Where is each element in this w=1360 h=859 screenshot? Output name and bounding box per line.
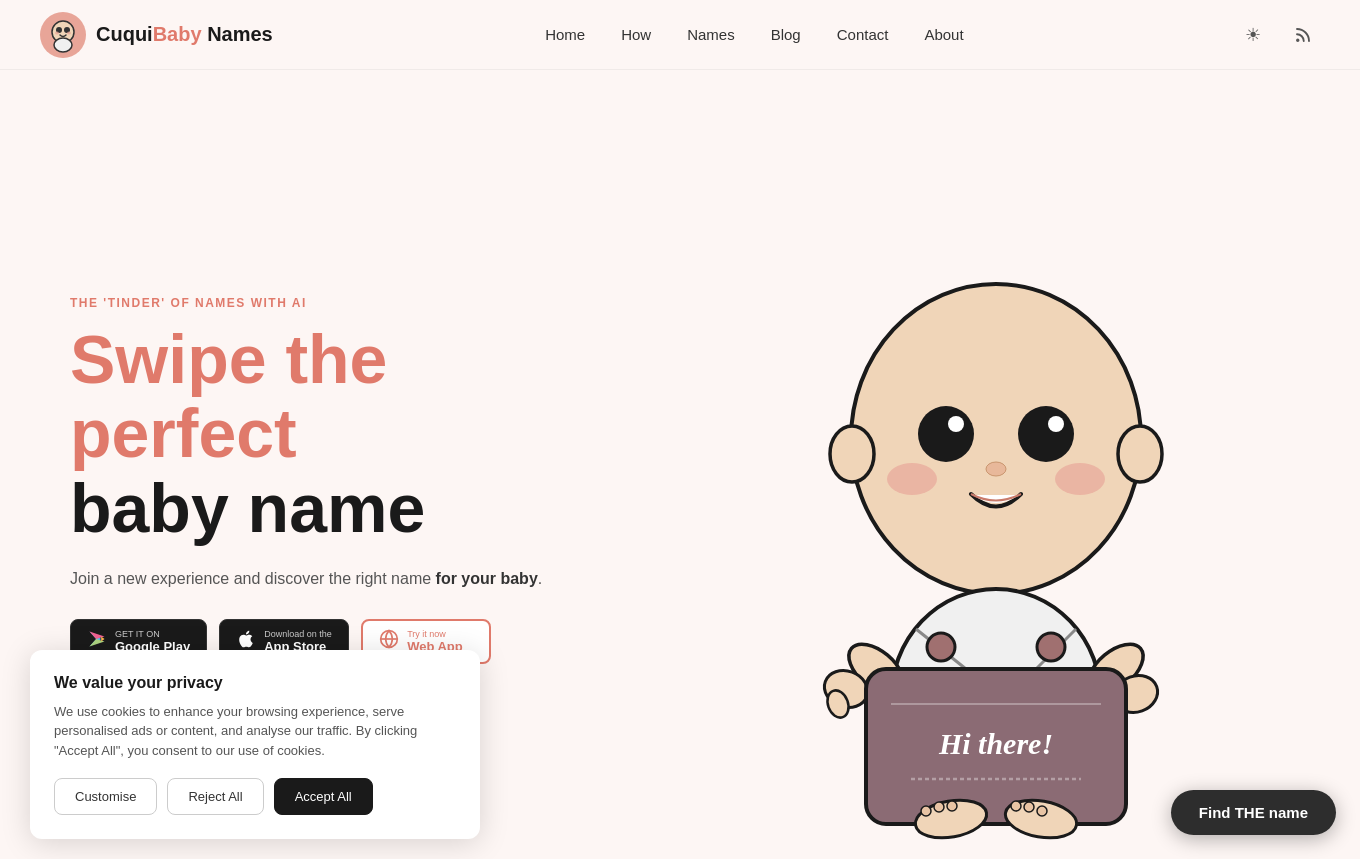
svg-point-4 (55, 31, 59, 34)
reject-all-button[interactable]: Reject All (167, 778, 263, 815)
svg-point-21 (840, 635, 912, 704)
cookie-text: We use cookies to enhance your browsing … (54, 702, 456, 761)
cookie-buttons: Customise Reject All Accept All (54, 778, 456, 815)
svg-point-22 (819, 665, 873, 714)
svg-point-13 (918, 406, 974, 462)
svg-line-27 (1036, 629, 1076, 669)
cookie-title: We value your privacy (54, 674, 456, 692)
web-app-label-top: Try it now (407, 629, 463, 639)
svg-rect-30 (866, 669, 1126, 824)
logo-icon (40, 12, 86, 58)
svg-point-19 (986, 462, 1006, 476)
svg-point-11 (830, 426, 874, 482)
svg-point-35 (1002, 795, 1079, 843)
nav-icons: ☀ (1236, 18, 1320, 52)
svg-point-24 (1109, 670, 1163, 719)
svg-point-29 (1037, 633, 1065, 661)
svg-point-18 (1055, 463, 1105, 495)
svg-point-20 (891, 589, 1101, 809)
svg-point-12 (1118, 426, 1162, 482)
svg-point-7 (1297, 39, 1299, 41)
svg-point-5 (67, 31, 71, 34)
accept-all-button[interactable]: Accept All (274, 778, 373, 815)
svg-text:Hi there!: Hi there! (938, 727, 1053, 760)
nav-links: Home How Names Blog Contact About (545, 26, 963, 44)
svg-point-16 (1048, 416, 1064, 432)
svg-point-39 (1011, 801, 1021, 811)
hero-title-line2: baby name (70, 471, 610, 546)
nav-item-names[interactable]: Names (687, 26, 735, 43)
svg-line-26 (916, 629, 966, 669)
find-name-button[interactable]: Find THE name (1171, 790, 1336, 835)
navbar: CuquiBaby Names Home How Names Blog Cont… (0, 0, 1360, 70)
hero-title-line1: Swipe the perfect (70, 322, 610, 472)
baby-illustration: Hi there! (736, 279, 1236, 859)
hero-tag: THE 'TINDER' OF NAMES WITH AI (70, 296, 610, 310)
svg-point-37 (934, 802, 944, 812)
hero-content: THE 'TINDER' OF NAMES WITH AI Swipe the … (70, 276, 610, 694)
nav-item-about[interactable]: About (924, 26, 963, 43)
svg-point-38 (947, 801, 957, 811)
svg-point-36 (921, 806, 931, 816)
hero-image-area: Hi there! (612, 70, 1360, 859)
svg-point-40 (1024, 802, 1034, 812)
svg-point-14 (1018, 406, 1074, 462)
hero-title: Swipe the perfect baby name (70, 322, 610, 546)
theme-toggle-button[interactable]: ☀ (1236, 18, 1270, 52)
nav-item-home[interactable]: Home (545, 26, 585, 43)
nav-item-contact[interactable]: Contact (837, 26, 889, 43)
svg-point-25 (824, 687, 852, 720)
nav-item-how[interactable]: How (621, 26, 651, 43)
svg-point-34 (912, 795, 989, 843)
rss-button[interactable] (1286, 18, 1320, 52)
svg-point-41 (1037, 806, 1047, 816)
rss-icon (1294, 26, 1312, 44)
sun-icon: ☀ (1245, 24, 1261, 46)
google-play-label-top: GET IT ON (115, 629, 190, 639)
svg-point-28 (927, 633, 955, 661)
svg-point-10 (851, 284, 1141, 594)
svg-point-17 (887, 463, 937, 495)
customise-button[interactable]: Customise (54, 778, 157, 815)
hero-subtitle: Join a new experience and discover the r… (70, 566, 610, 592)
logo-text: CuquiBaby Names (96, 23, 273, 46)
svg-point-23 (1080, 635, 1152, 704)
svg-point-15 (948, 416, 964, 432)
nav-item-blog[interactable]: Blog (771, 26, 801, 43)
app-store-label-top: Download on the (264, 629, 332, 639)
cookie-banner: We value your privacy We use cookies to … (30, 650, 480, 840)
svg-point-6 (54, 38, 72, 52)
logo[interactable]: CuquiBaby Names (40, 12, 273, 58)
